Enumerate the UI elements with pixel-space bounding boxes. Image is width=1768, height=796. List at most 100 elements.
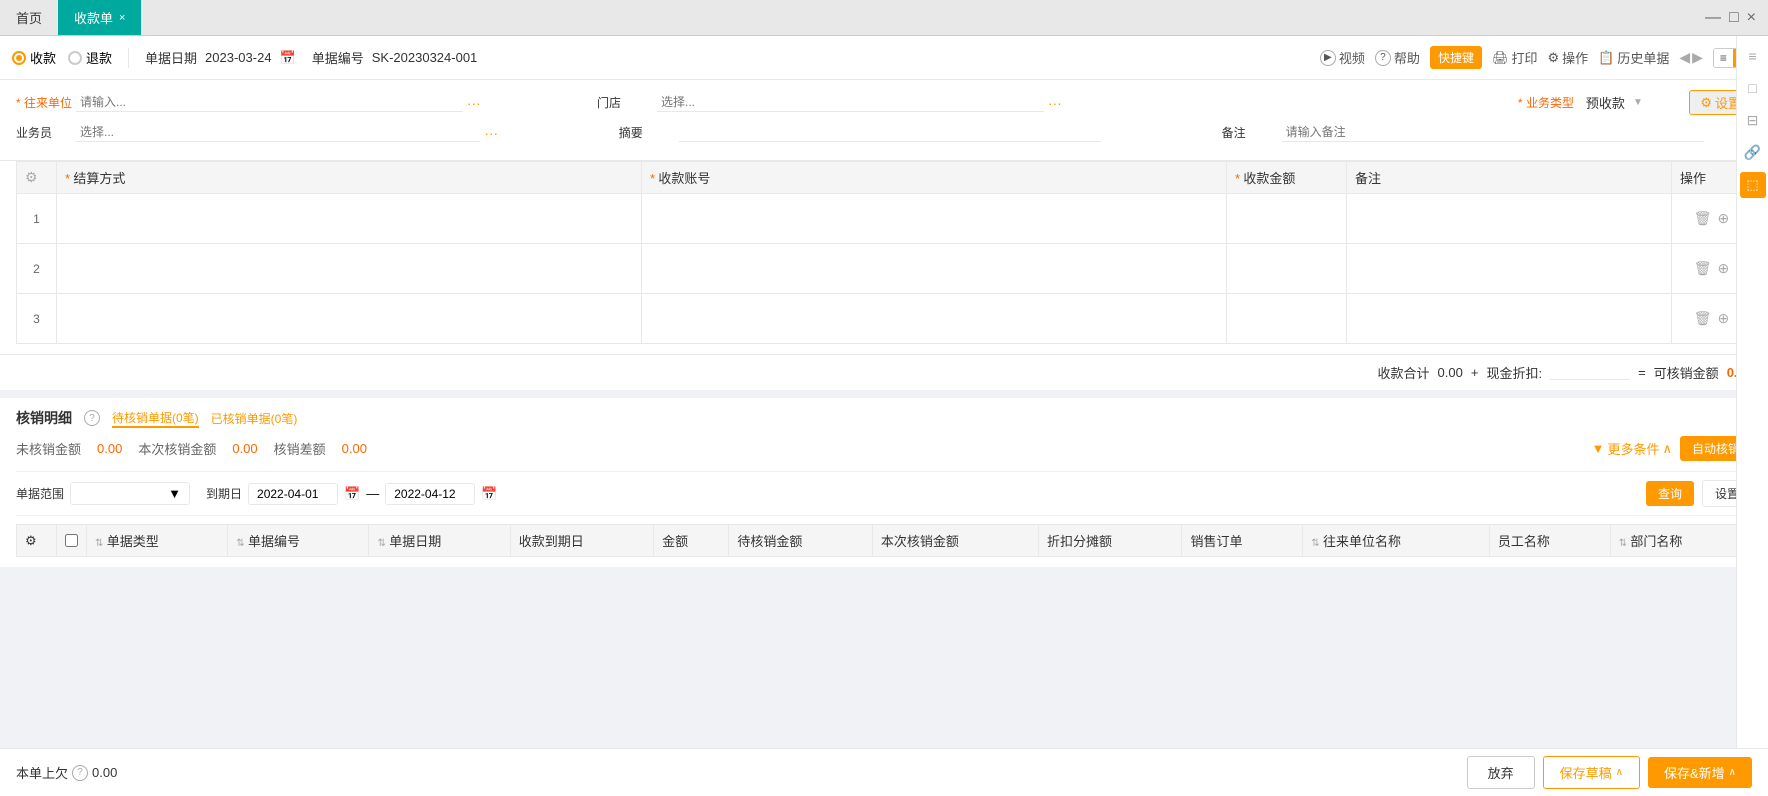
nav-right-icon[interactable]: ▶ [1692, 49, 1703, 66]
doc-date-label: 单据日期 [145, 48, 197, 67]
store-input[interactable] [657, 93, 1044, 112]
row-1-copy-icon[interactable]: ⊕ [1718, 210, 1730, 227]
salesman-input[interactable] [76, 123, 480, 142]
summary-input[interactable] [679, 123, 1101, 142]
bth-amount: 金额 [654, 525, 729, 557]
row-2-delete-icon[interactable]: 🗑 [1694, 260, 1712, 277]
counterpart-label: 往来单位 [16, 94, 76, 111]
bth-employee: 员工名称 [1489, 525, 1610, 557]
row-1-settlement[interactable] [57, 194, 642, 244]
print-label: 打印 [1511, 48, 1537, 67]
save-draft-btn[interactable]: 保存草稿 ∧ [1543, 756, 1640, 789]
calendar-end-icon[interactable]: 📅 [481, 486, 497, 502]
calendar-start-icon[interactable]: 📅 [344, 486, 360, 502]
tab-receipt-close[interactable]: × [119, 12, 125, 24]
history-btn[interactable]: 📋 历史单据 [1598, 48, 1669, 67]
bth-pending: 待核销金额 [729, 525, 872, 557]
operation-btn[interactable]: ⚙ 操作 [1547, 48, 1588, 67]
bth-counterpart: ⇅ 往来单位名称 [1303, 525, 1490, 557]
salesman-more-icon[interactable]: ··· [484, 125, 498, 141]
row-2-copy-icon[interactable]: ⊕ [1718, 260, 1730, 277]
save-new-btn[interactable]: 保存&新增 ∧ [1648, 757, 1752, 788]
tab-home[interactable]: 首页 [0, 0, 58, 35]
table-settings-icon[interactable]: ⚙ [25, 169, 38, 185]
row-2-note[interactable] [1346, 244, 1671, 294]
print-btn[interactable]: 🖨 打印 [1492, 48, 1538, 67]
store-more-icon[interactable]: ··· [1048, 95, 1062, 111]
nav-left-icon[interactable]: ◀ [1679, 49, 1690, 66]
help-btn[interactable]: ? 帮助 [1375, 48, 1420, 67]
list-view-btn[interactable]: ≡ [1714, 49, 1733, 67]
row-3-settlement[interactable] [57, 294, 642, 344]
row-2-settlement[interactable] [57, 244, 642, 294]
win-maximize-btn[interactable]: □ [1729, 9, 1739, 27]
abandon-btn[interactable]: 放弃 [1467, 756, 1535, 789]
sidebar-btn-4[interactable]: 🔗 [1741, 140, 1765, 164]
counterpart-field: 往来单位 ··· [16, 93, 481, 112]
store-field: 门店 ··· [597, 93, 1062, 112]
counterpart-more-icon[interactable]: ··· [467, 95, 481, 111]
more-conditions-btn[interactable]: ▼ 更多条件 ∧ [1592, 439, 1672, 458]
receipt-type-radio: 收款 退款 [12, 48, 112, 67]
radio-receipt[interactable]: 收款 [12, 48, 56, 67]
business-type-field: 业务类型 预收款 ▼ [1178, 93, 1643, 112]
due-label: 到期日 [206, 485, 242, 502]
counterpart-input[interactable] [76, 93, 463, 112]
save-new-arrow-icon: ∧ [1729, 767, 1736, 778]
calendar-icon[interactable]: 📅 [280, 50, 296, 66]
range-select[interactable]: ▼ [70, 482, 190, 505]
sidebar-btn-1[interactable]: ≡ [1741, 44, 1765, 68]
row-2-num: 2 [17, 244, 57, 294]
discount-input[interactable] [1550, 365, 1630, 380]
summary-label: 摘要 [619, 124, 679, 141]
note-input[interactable] [1282, 123, 1704, 142]
row-3-copy-icon[interactable]: ⊕ [1718, 310, 1730, 327]
section-divider [0, 390, 1768, 398]
bth-doc-date: ⇅ 单据日期 [369, 525, 510, 557]
date-end-input[interactable] [385, 483, 475, 505]
sidebar-btn-3[interactable]: ⊟ [1741, 108, 1765, 132]
footer: 本单上欠 ? 0.00 放弃 保存草稿 ∧ 保存&新增 ∧ [0, 748, 1768, 796]
video-btn[interactable]: ▶ 视频 [1320, 48, 1365, 67]
hexiao-info-icon[interactable]: ? [84, 410, 100, 426]
date-dash: — [366, 486, 379, 501]
plus-sign: + [1471, 365, 1479, 380]
sidebar-btn-2[interactable]: □ [1741, 76, 1765, 100]
btable-settings-icon[interactable]: ⚙ [25, 533, 37, 548]
footer-actions: 放弃 保存草稿 ∧ 保存&新增 ∧ [1467, 756, 1752, 789]
help-label: 帮助 [1394, 48, 1420, 67]
doc-num-value: SK-20230324-001 [372, 50, 478, 65]
tab-receipt[interactable]: 收款单 × [58, 0, 141, 35]
toolbar: 收款 退款 单据日期 2023-03-24 📅 单据编号 SK-20230324… [0, 36, 1768, 80]
business-type-dropdown-icon[interactable]: ▼ [1633, 97, 1643, 108]
unchecked-label: 未核销金额 [16, 439, 81, 458]
bth-settings: ⚙ [17, 525, 57, 557]
hexiao-section: 核销明细 ? 待核销单据(0笔) 已核销单据(0笔) 未核销金额 0.00 本次… [0, 398, 1768, 567]
row-3-account[interactable] [641, 294, 1226, 344]
row-1-note[interactable] [1346, 194, 1671, 244]
sidebar-btn-5[interactable]: ⬚ [1740, 172, 1766, 198]
bth-discount: 折扣分摊额 [1039, 525, 1182, 557]
row-2-account[interactable] [641, 244, 1226, 294]
range-dropdown-icon: ▼ [168, 486, 181, 501]
win-close-btn[interactable]: × [1747, 9, 1756, 27]
done-tab[interactable]: 已核销单据(0笔) [211, 410, 298, 427]
date-start-input[interactable] [248, 483, 338, 505]
query-btn[interactable]: 查询 [1646, 481, 1694, 506]
shortcut-btn[interactable]: 快捷键 [1430, 46, 1482, 69]
row-2-amount[interactable] [1226, 244, 1346, 294]
win-minimize-btn[interactable]: — [1705, 9, 1721, 27]
radio-refund-dot [68, 51, 82, 65]
row-3-amount[interactable] [1226, 294, 1346, 344]
row-1-amount[interactable] [1226, 194, 1346, 244]
row-1-account[interactable] [641, 194, 1226, 244]
footer-info-icon[interactable]: ? [72, 765, 88, 781]
row-3-note[interactable] [1346, 294, 1671, 344]
operation-icon: ⚙ [1547, 50, 1559, 66]
row-3-delete-icon[interactable]: 🗑 [1694, 310, 1712, 327]
row-1-delete-icon[interactable]: 🗑 [1694, 210, 1712, 227]
radio-refund[interactable]: 退款 [68, 48, 112, 67]
select-all-checkbox[interactable] [65, 534, 78, 547]
doc-date-info: 单据日期 2023-03-24 📅 [145, 48, 296, 67]
pending-tab[interactable]: 待核销单据(0笔) [112, 409, 199, 428]
